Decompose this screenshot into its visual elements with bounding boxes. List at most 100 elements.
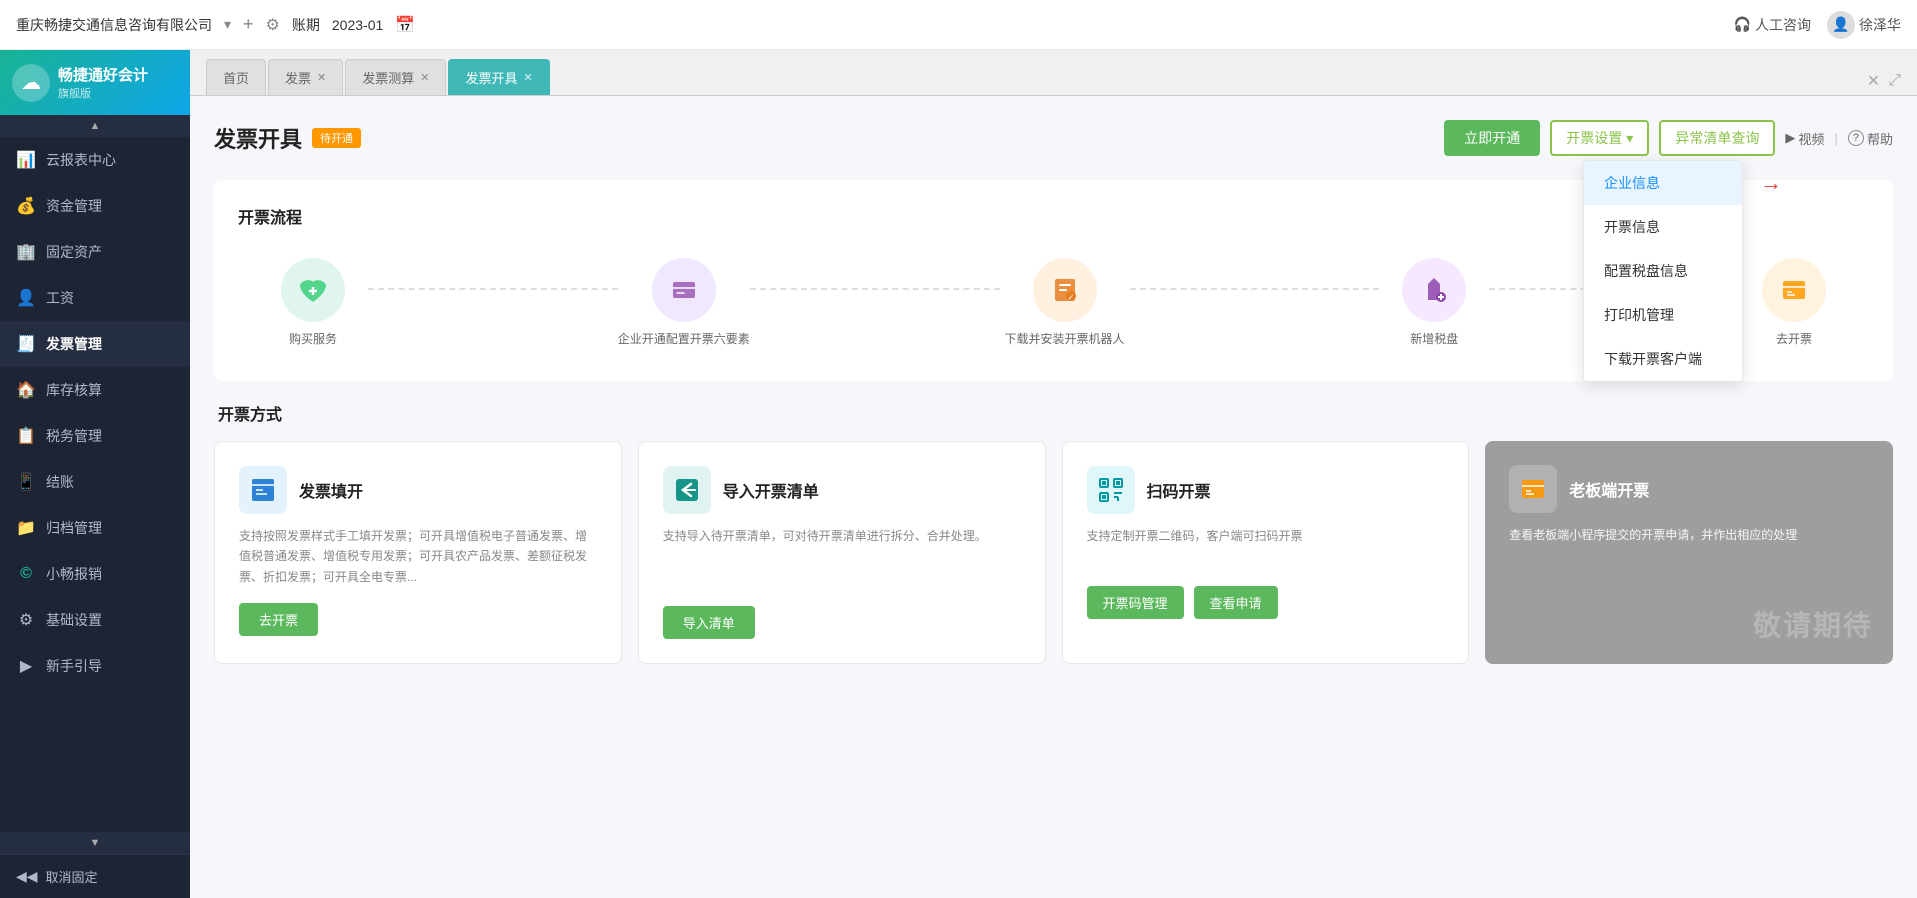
step-4-icon (1402, 258, 1466, 322)
add-company-btn[interactable]: + (243, 14, 254, 35)
top-bar: 重庆畅捷交通信息咨询有限公司 ▾ + ⚙ 账期 2023-01 📅 🎧 人工咨询… (0, 0, 1917, 50)
calendar-icon[interactable]: 📅 (395, 15, 415, 35)
tab-maximize-btn[interactable]: ⤢ (1888, 72, 1901, 90)
dropdown-item-printer[interactable]: 打印机管理 (1584, 293, 1742, 337)
help-btn[interactable]: ? 帮助 (1848, 129, 1893, 148)
svg-text:✓: ✓ (1067, 293, 1074, 302)
sidebar-item-inventory[interactable]: 🏠 库存核算 (0, 367, 190, 413)
tab-home[interactable]: 首页 (206, 59, 266, 95)
card-fill-btn[interactable]: 去开票 (239, 603, 318, 636)
connector-1 (368, 288, 618, 290)
sidebar-label-tax: 税务管理 (46, 426, 102, 446)
card-import-header: 导入开票清单 (663, 466, 1021, 514)
card-scan-btn2[interactable]: 查看申请 (1194, 586, 1278, 619)
card-scan-buttons: 开票码管理 查看申请 (1087, 586, 1445, 619)
sidebar-item-tax[interactable]: 📋 税务管理 (0, 413, 190, 459)
payment-cards: 发票填开 支持按照发票样式手工填开发票；可开具增值税电子普通发票、增值税普通发票… (214, 441, 1893, 664)
separator: | (1834, 130, 1838, 146)
tab-close-all-btn[interactable]: ✕ (1867, 71, 1880, 91)
sidebar-item-archive[interactable]: 📁 归档管理 (0, 505, 190, 551)
sidebar-item-fund[interactable]: 💰 资金管理 (0, 183, 190, 229)
settings-icon[interactable]: ⚙ (266, 15, 280, 35)
dropdown-arrow-icon[interactable]: ▾ (224, 16, 231, 33)
fixed-asset-icon: 🏢 (16, 242, 36, 262)
sidebar-item-invoice[interactable]: 🧾 发票管理 (0, 321, 190, 367)
headset-icon: 🎧 (1734, 16, 1751, 33)
card-import-btn[interactable]: 导入清单 (663, 606, 755, 639)
settings-btn[interactable]: 开票设置 ▾ (1550, 120, 1649, 156)
step-3-label: 下载并安装开票机器人 (1005, 330, 1125, 347)
method-card-fill: 发票填开 支持按照发票样式手工填开发票；可开具增值税电子普通发票、增值税普通发票… (214, 441, 622, 664)
connector-2 (750, 288, 1000, 290)
sidebar-label-guide: 新手引导 (46, 656, 102, 676)
method-section: 开票方式 发票填开 支持按照发票样式手工填开发票；可开具增值税电子普通发票、增值… (214, 401, 1893, 664)
sidebar-label-basic: 基础设置 (46, 610, 102, 630)
sidebar-label-invoice: 发票管理 (46, 334, 102, 354)
tab-invoice-close[interactable]: ✕ (317, 71, 326, 84)
step-1-icon (281, 258, 345, 322)
method-section-title: 开票方式 (214, 401, 1893, 425)
sidebar-item-basic[interactable]: ⚙ 基础设置 (0, 597, 190, 643)
support-btn[interactable]: 🎧 人工咨询 (1734, 15, 1811, 35)
card-boss-title: 老板端开票 (1569, 477, 1649, 501)
tab-invoice-calc[interactable]: 发票测算 ✕ (345, 59, 446, 95)
tax-icon: 📋 (16, 426, 36, 446)
sidebar-item-cloud-report[interactable]: 📊 云报表中心 (0, 137, 190, 183)
card-scan-btn1[interactable]: 开票码管理 (1087, 586, 1184, 619)
exception-btn[interactable]: 异常清单查询 (1659, 120, 1775, 156)
fill-icon (239, 466, 287, 514)
tab-invoice[interactable]: 发票 ✕ (268, 59, 343, 95)
sidebar-item-xiaochang[interactable]: © 小畅报销 (0, 551, 190, 597)
sidebar-footer-collapse[interactable]: ◀◀ 取消固定 (0, 854, 190, 898)
card-fill-title: 发票填开 (299, 478, 363, 502)
logo-subtitle: 旗舰版 (58, 85, 148, 101)
tab-invoice-issue-close[interactable]: ✕ (524, 71, 533, 84)
sidebar-label-fixed-asset: 固定资产 (46, 242, 102, 262)
flow-step-4: 新增税盘 (1379, 258, 1489, 347)
dropdown-item-company-info[interactable]: 企业信息 → (1584, 161, 1742, 205)
sidebar-label-fund: 资金管理 (46, 196, 102, 216)
page-content: 发票开具 待开通 立即开通 开票设置 ▾ 异常清单查询 ▶ 视频 | (190, 96, 1917, 898)
sidebar-item-label: 云报表中心 (46, 150, 116, 170)
sidebar-item-settlement[interactable]: 📱 结账 (0, 459, 190, 505)
step-2-label: 企业开通配置开票六要素 (618, 330, 750, 347)
card-scan-title: 扫码开票 (1147, 478, 1211, 502)
question-icon: ? (1848, 130, 1864, 146)
sidebar-label-salary: 工资 (46, 288, 74, 308)
card-import-desc: 支持导入待开票清单，可对待开票清单进行拆分、合并处理。 (663, 526, 1021, 546)
dropdown-item-tax-config[interactable]: 配置税盘信息 (1584, 249, 1742, 293)
open-btn[interactable]: 立即开通 (1444, 120, 1540, 156)
tab-invoice-issue[interactable]: 发票开具 ✕ (448, 59, 549, 95)
step-1-label: 购买服务 (289, 330, 337, 347)
avatar-icon: 👤 (1827, 11, 1855, 39)
card-scan-header: 扫码开票 (1087, 466, 1445, 514)
sidebar-item-fixed-asset[interactable]: 🏢 固定资产 (0, 229, 190, 275)
method-card-scan: 扫码开票 支持定制开票二维码，客户端可扫码开票 开票码管理 查看申请 (1062, 441, 1470, 664)
sidebar-label-inventory: 库存核算 (46, 380, 102, 400)
boss-icon (1509, 465, 1557, 513)
method-card-import: 导入开票清单 支持导入待开票清单，可对待开票清单进行拆分、合并处理。 导入清单 (638, 441, 1046, 664)
settlement-icon: 📱 (16, 472, 36, 492)
logo-title: 畅捷通好会计 (58, 64, 148, 85)
guide-icon: ▶ (16, 656, 36, 676)
dropdown-item-download-client[interactable]: 下载开票客户端 (1584, 337, 1742, 381)
basic-settings-icon: ⚙ (16, 610, 36, 630)
card-boss-header: 老板端开票 (1509, 465, 1869, 513)
sidebar-item-guide[interactable]: ▶ 新手引导 (0, 643, 190, 689)
import-icon (663, 466, 711, 514)
flow-step-2: 企业开通配置开票六要素 (618, 258, 750, 347)
logo-text-area: 畅捷通好会计 旗舰版 (58, 64, 148, 101)
video-btn[interactable]: ▶ 视频 (1785, 129, 1824, 148)
card-boss-desc: 查看老板端小程序提交的开票申请，并作出相应的处理 (1509, 525, 1869, 545)
flow-step-5: 去开票 (1739, 258, 1849, 347)
company-name: 重庆畅捷交通信息咨询有限公司 (16, 15, 212, 35)
sidebar-scroll-up[interactable]: ▲ (0, 115, 190, 137)
user-btn[interactable]: 👤 徐泽华 (1827, 11, 1901, 39)
flow-step-3: ✓ 下载并安装开票机器人 (1000, 258, 1130, 347)
dropdown-item-invoice-info[interactable]: 开票信息 (1584, 205, 1742, 249)
sidebar-item-salary[interactable]: 👤 工资 (0, 275, 190, 321)
sidebar-footer-label: 取消固定 (46, 867, 98, 886)
page-header: 发票开具 待开通 立即开通 开票设置 ▾ 异常清单查询 ▶ 视频 | (214, 120, 1893, 156)
sidebar-scroll-down[interactable]: ▼ (0, 832, 190, 854)
tab-invoice-calc-close[interactable]: ✕ (420, 71, 429, 84)
